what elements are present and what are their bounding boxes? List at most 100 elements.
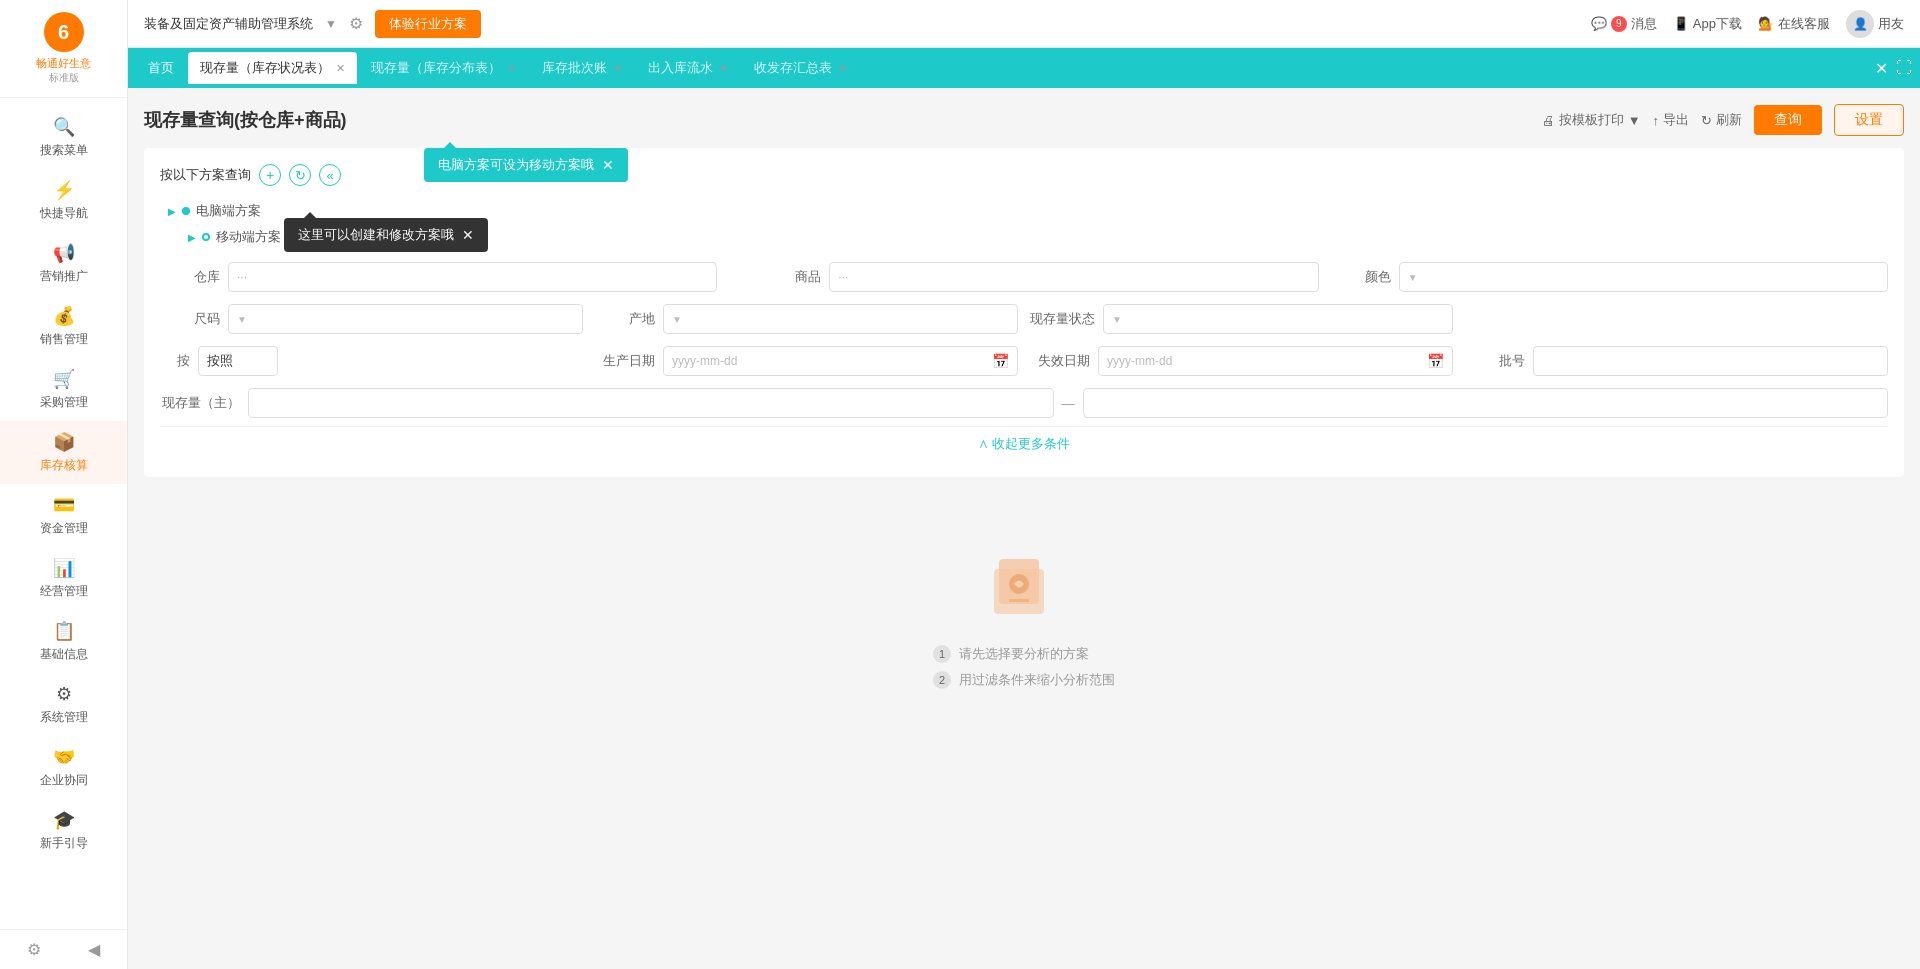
sidebar-item-quick-nav[interactable]: ⚡ 快捷导航 xyxy=(0,169,127,232)
sidebar-nav: 🔍 搜索菜单 ⚡ 快捷导航 📢 营销推广 💰 销售管理 🛒 采购管理 📦 库存核… xyxy=(0,98,127,929)
tooltip-pc-scheme: 电脑方案可设为移动方案哦 ✕ xyxy=(424,148,628,182)
collapse-sidebar-icon[interactable]: ◀ xyxy=(88,940,100,959)
scheme-pc-dot xyxy=(182,207,190,215)
color-label: 颜色 xyxy=(1331,268,1391,286)
by-input[interactable]: 按照 xyxy=(198,346,278,376)
operation-nav-icon: 📊 xyxy=(53,557,75,579)
enterprise-nav-label: 企业协同 xyxy=(40,772,88,789)
app-download-action[interactable]: 📱 App下载 xyxy=(1673,15,1742,33)
origin-dropdown-icon: ▼ xyxy=(672,314,682,325)
expire-date-label: 失效日期 xyxy=(1030,352,1090,370)
by-label: 按 xyxy=(160,352,190,370)
color-dropdown-icon: ▼ xyxy=(1408,272,1418,283)
stock-status-dropdown-icon: ▼ xyxy=(1112,314,1122,325)
online-service-action[interactable]: 💁 在线客服 xyxy=(1758,15,1830,33)
sidebar-item-system[interactable]: ⚙ 系统管理 xyxy=(0,673,127,736)
scheme-mobile-label: 移动端方案 xyxy=(216,228,281,246)
system-dropdown-icon[interactable]: ▼ xyxy=(325,17,337,31)
phone-icon: 📱 xyxy=(1673,16,1689,31)
online-service-label: 在线客服 xyxy=(1778,15,1830,33)
sidebar-item-guide[interactable]: 🎓 新手引导 xyxy=(0,799,127,862)
tab-recv-summary-close[interactable]: ✕ xyxy=(838,62,847,75)
expire-date-calendar-icon[interactable]: 📅 xyxy=(1427,353,1444,369)
tab-inout-flow-close[interactable]: ✕ xyxy=(719,62,728,75)
template-print-button[interactable]: 🖨 按模板打印 ▼ xyxy=(1542,111,1641,129)
sidebar-item-sales[interactable]: 💰 销售管理 xyxy=(0,295,127,358)
warehouse-input[interactable]: ··· xyxy=(228,262,717,292)
sidebar-item-basic[interactable]: 📋 基础信息 xyxy=(0,610,127,673)
filter-panel: 按以下方案查询 + ↻ « 电脑方案可设为移动方案哦 ✕ 这里可以创建和修改方案… xyxy=(144,148,1904,477)
print-icon: 🖨 xyxy=(1542,113,1555,128)
sidebar-item-inventory[interactable]: 📦 库存核算 xyxy=(0,421,127,484)
filter-add-button[interactable]: + xyxy=(259,164,281,186)
close-all-tabs-button[interactable]: ✕ xyxy=(1875,59,1888,78)
goods-input[interactable]: ··· xyxy=(829,262,1318,292)
settings-bottom-icon[interactable]: ⚙ xyxy=(27,940,41,959)
tab-recv-summary[interactable]: 收发存汇总表 ✕ xyxy=(742,52,859,84)
tab-inventory-status[interactable]: 现存量（库存状况表） ✕ xyxy=(188,52,357,84)
tab-inventory-status-close[interactable]: ✕ xyxy=(336,62,345,75)
app-download-label: App下载 xyxy=(1693,15,1742,33)
query-button[interactable]: 查询 xyxy=(1754,105,1822,135)
refresh-button[interactable]: ↻ 刷新 xyxy=(1701,111,1742,129)
sidebar-item-marketing[interactable]: 📢 营销推广 xyxy=(0,232,127,295)
search-menu-nav-label: 搜索菜单 xyxy=(40,142,88,159)
origin-input[interactable]: ▼ xyxy=(663,304,1018,334)
experience-button[interactable]: 体验行业方案 xyxy=(375,10,481,38)
finance-nav-label: 资金管理 xyxy=(40,520,88,537)
tab-inventory-dist-close[interactable]: ✕ xyxy=(507,62,516,75)
sidebar-item-enterprise[interactable]: 🤝 企业协同 xyxy=(0,736,127,799)
color-input[interactable]: ▼ xyxy=(1399,262,1888,292)
collapse-more-button[interactable]: ∧ 收起更多条件 xyxy=(160,426,1888,461)
maximize-button[interactable]: ⛶ xyxy=(1896,59,1912,78)
filter-header: 按以下方案查询 + ↻ « 电脑方案可设为移动方案哦 ✕ xyxy=(160,164,1888,186)
batch-input[interactable] xyxy=(1533,346,1888,376)
filter-field-size: 尺码 ▼ xyxy=(160,304,583,334)
goods-dots: ··· xyxy=(838,270,848,284)
export-icon: ↑ xyxy=(1653,113,1660,128)
tooltip-pc-close[interactable]: ✕ xyxy=(602,157,614,173)
set-button[interactable]: 设置 xyxy=(1834,104,1904,136)
user-action[interactable]: 👤 用友 xyxy=(1846,10,1904,38)
header-settings-icon[interactable]: ⚙ xyxy=(349,14,363,33)
empty-step-2: 2 用过滤条件来缩小分析范围 xyxy=(933,671,1115,689)
tab-home[interactable]: 首页 xyxy=(136,52,186,84)
produce-date-input[interactable]: yyyy-mm-dd 📅 xyxy=(663,346,1018,376)
export-button[interactable]: ↑ 导出 xyxy=(1653,111,1690,129)
marketing-nav-label: 营销推广 xyxy=(40,268,88,285)
expire-date-input[interactable]: yyyy-mm-dd 📅 xyxy=(1098,346,1453,376)
tooltip-pc-text: 电脑方案可设为移动方案哦 xyxy=(438,156,594,174)
sidebar-item-finance[interactable]: 💳 资金管理 xyxy=(0,484,127,547)
filter-refresh-button[interactable]: ↻ xyxy=(289,164,311,186)
header-right: 💬 9 消息 📱 App下载 💁 在线客服 👤 用友 xyxy=(1591,10,1904,38)
sidebar-item-purchase[interactable]: 🛒 采购管理 xyxy=(0,358,127,421)
tab-inout-flow[interactable]: 出入库流水 ✕ xyxy=(636,52,740,84)
stock-qty-max-input[interactable] xyxy=(1083,388,1889,418)
tab-bar: 首页 现存量（库存状况表） ✕ 现存量（库存分布表） ✕ 库存批次账 ✕ 出入库… xyxy=(128,48,1920,88)
filter-field-batch: 批号 xyxy=(1465,346,1888,376)
filter-back-button[interactable]: « xyxy=(319,164,341,186)
sidebar-item-search-menu[interactable]: 🔍 搜索菜单 xyxy=(0,106,127,169)
tooltip-scheme-close[interactable]: ✕ xyxy=(462,227,474,243)
basic-nav-label: 基础信息 xyxy=(40,646,88,663)
inventory-nav-icon: 📦 xyxy=(53,431,75,453)
tab-inventory-dist[interactable]: 现存量（库存分布表） ✕ xyxy=(359,52,528,84)
message-action[interactable]: 💬 9 消息 xyxy=(1591,15,1657,33)
sidebar-item-operation[interactable]: 📊 经营管理 xyxy=(0,547,127,610)
step-num-2: 2 xyxy=(933,671,951,689)
produce-date-calendar-icon[interactable]: 📅 xyxy=(992,353,1009,369)
service-icon: 💁 xyxy=(1758,16,1774,31)
empty-state: 1 请先选择要分析的方案 2 用过滤条件来缩小分析范围 xyxy=(144,489,1904,757)
filter-field-goods: 商品 ··· xyxy=(761,262,1318,292)
tab-batch-account[interactable]: 库存批次账 ✕ xyxy=(530,52,634,84)
expire-date-placeholder: yyyy-mm-dd xyxy=(1107,354,1172,368)
tab-batch-account-close[interactable]: ✕ xyxy=(613,62,622,75)
filter-label: 按以下方案查询 xyxy=(160,166,251,184)
step-num-1: 1 xyxy=(933,645,951,663)
empty-steps: 1 请先选择要分析的方案 2 用过滤条件来缩小分析范围 xyxy=(933,645,1115,697)
size-input[interactable]: ▼ xyxy=(228,304,583,334)
page-title: 现存量查询(按仓库+商品) xyxy=(144,108,347,132)
stock-qty-min-input[interactable] xyxy=(248,388,1054,418)
filter-field-origin: 产地 ▼ xyxy=(595,304,1018,334)
stock-status-input[interactable]: ▼ xyxy=(1103,304,1453,334)
